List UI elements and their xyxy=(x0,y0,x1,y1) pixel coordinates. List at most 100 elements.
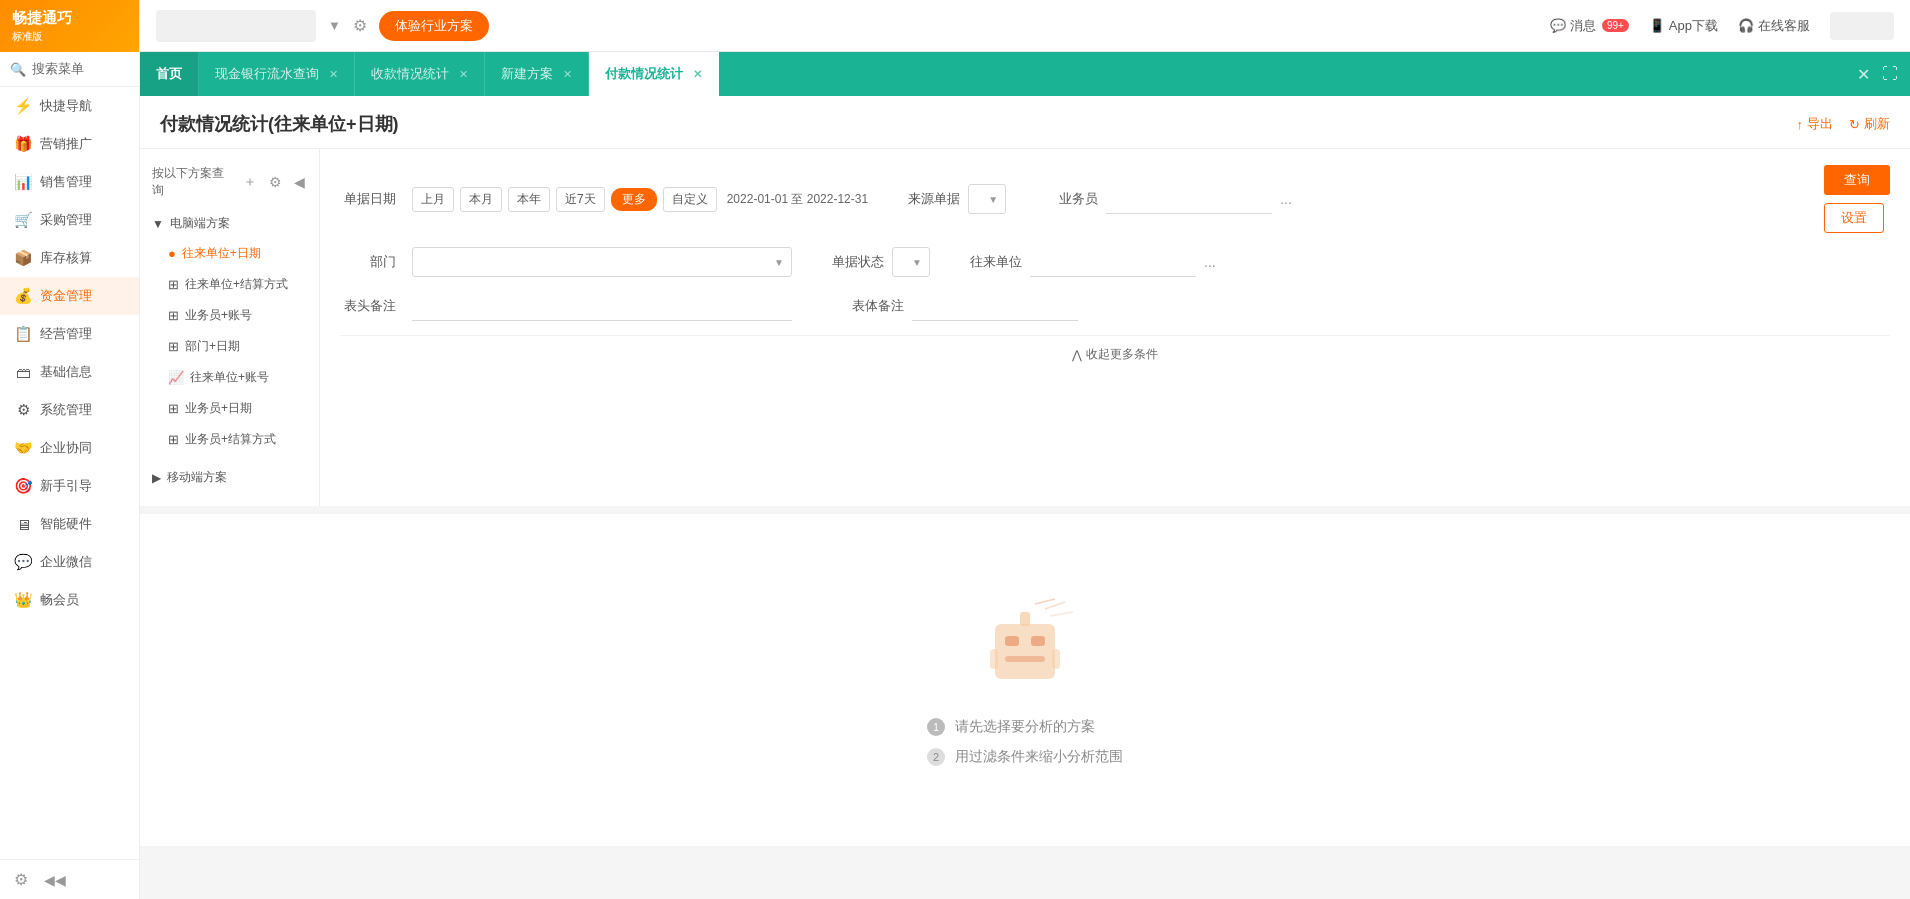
enterprise-icon: 🤝 xyxy=(14,439,32,457)
sidebar-item-enterprise[interactable]: 🤝 企业协同 xyxy=(0,429,139,467)
sidebar-logo: 畅捷通巧 标准版 xyxy=(0,0,139,52)
scheme-item-label: 往来单位+结算方式 xyxy=(185,276,288,293)
section-expand-icon: ▼ xyxy=(152,217,164,231)
new-scheme-close[interactable]: ✕ xyxy=(563,68,572,81)
sidebar-item-quick-nav[interactable]: ⚡ 快捷导航 xyxy=(0,87,139,125)
sidebar-item-basic-info[interactable]: 🗃 基础信息 xyxy=(0,353,139,391)
staff-label: 业务员 xyxy=(1042,190,1098,208)
filter-settings-btn[interactable]: 设置 xyxy=(1824,203,1884,233)
scheme-section-mobile-title[interactable]: ▶ 移动端方案 xyxy=(140,463,319,492)
scheme-item-label: 往来单位+日期 xyxy=(182,245,261,262)
trial-btn[interactable]: 体验行业方案 xyxy=(379,11,489,41)
sidebar-item-label: 营销推广 xyxy=(40,135,92,153)
sidebar-item-smart-hardware[interactable]: 🖥 智能硬件 xyxy=(0,505,139,543)
voucher-status-label: 单据状态 xyxy=(828,253,884,271)
scheme-item-staff-settle[interactable]: ⊞ 业务员+结算方式 xyxy=(140,424,319,455)
source-voucher-group: 来源单据 ▼ xyxy=(904,184,1006,214)
scheme-add-btn[interactable]: ＋ xyxy=(241,171,259,193)
source-voucher-select[interactable] xyxy=(968,184,1006,214)
sidebar-item-guide[interactable]: 🎯 新手引导 xyxy=(0,467,139,505)
sidebar-item-inventory[interactable]: 📦 库存核算 xyxy=(0,239,139,277)
quick-nav-icon: ⚡ xyxy=(14,97,32,115)
partner-input[interactable] xyxy=(1030,247,1196,277)
app-download-label: App下载 xyxy=(1669,17,1718,35)
date-buttons: 上月 本月 本年 近7天 更多 自定义 2022-01-01 至 2022-12… xyxy=(412,187,868,212)
svg-rect-3 xyxy=(1005,656,1045,662)
refresh-btn[interactable]: ↻ 刷新 xyxy=(1849,115,1890,133)
date-btn-this-month[interactable]: 本月 xyxy=(460,187,502,212)
tab-new-scheme[interactable]: 新建方案 ✕ xyxy=(485,52,589,96)
table-body-remark-input[interactable] xyxy=(912,291,1078,321)
date-btn-last-month[interactable]: 上月 xyxy=(412,187,454,212)
export-btn[interactable]: ↑ 导出 xyxy=(1797,115,1834,133)
sidebar-item-purchase[interactable]: 🛒 采购管理 xyxy=(0,201,139,239)
staff-date-icon: ⊞ xyxy=(168,401,179,416)
scheme-item-dept-date[interactable]: ⊞ 部门+日期 xyxy=(140,331,319,362)
page-header-actions: ↑ 导出 ↻ 刷新 xyxy=(1797,115,1891,133)
scheme-section-desktop-title[interactable]: ▼ 电脑端方案 xyxy=(140,209,319,238)
scheme-item-partner-settle[interactable]: ⊞ 往来单位+结算方式 xyxy=(140,269,319,300)
scheme-settings-btn[interactable]: ⚙ xyxy=(267,172,284,192)
sidebar-settings-icon[interactable]: ⚙ xyxy=(14,870,28,889)
main-area: ▼ ⚙ 体验行业方案 💬 消息 99+ 📱 App下载 🎧 在线客服 首页 xyxy=(140,0,1910,899)
sidebar-item-label: 基础信息 xyxy=(40,363,92,381)
date-btn-custom[interactable]: 自定义 xyxy=(663,187,717,212)
user-avatar[interactable] xyxy=(1830,12,1894,40)
messages-btn[interactable]: 💬 消息 99+ xyxy=(1550,17,1629,35)
sidebar-item-wechat[interactable]: 💬 企业微信 xyxy=(0,543,139,581)
scheme-item-staff-date[interactable]: ⊞ 业务员+日期 xyxy=(140,393,319,424)
tabbar-actions: ✕ ⛶ xyxy=(1845,52,1910,96)
new-scheme-label: 新建方案 xyxy=(501,65,553,83)
partner-group: 往来单位 ... xyxy=(966,247,1216,277)
scheme-item-staff-account[interactable]: ⊞ 业务员+账号 xyxy=(140,300,319,331)
scheme-collapse-btn[interactable]: ◀ xyxy=(292,172,307,192)
topbar-gear-icon[interactable]: ⚙ xyxy=(353,16,367,35)
tabbar-close-icon[interactable]: ✕ xyxy=(1857,65,1870,84)
voucher-status-group: 单据状态 ▼ xyxy=(828,247,930,277)
date-btn-this-year[interactable]: 本年 xyxy=(508,187,550,212)
staff-input[interactable] xyxy=(1106,184,1272,214)
logo-sub: 标准版 xyxy=(12,30,72,44)
query-btn[interactable]: 查询 xyxy=(1824,165,1890,195)
partner-account-icon: 📈 xyxy=(168,370,184,385)
partner-dots[interactable]: ... xyxy=(1204,254,1216,270)
basic-info-icon: 🗃 xyxy=(14,363,32,381)
topbar-dropdown-icon[interactable]: ▼ xyxy=(328,18,341,33)
receive-stats-close[interactable]: ✕ xyxy=(459,68,468,81)
online-service-btn[interactable]: 🎧 在线客服 xyxy=(1738,17,1810,35)
sidebar-item-sales[interactable]: 📊 销售管理 xyxy=(0,163,139,201)
sidebar-item-finance[interactable]: 💰 资金管理 xyxy=(0,277,139,315)
app-download-btn[interactable]: 📱 App下载 xyxy=(1649,17,1718,35)
collapse-btn[interactable]: ⋀ 收起更多条件 xyxy=(1072,346,1158,363)
message-icon: 💬 xyxy=(1550,18,1566,33)
sidebar-collapse-icon[interactable]: ◀◀ xyxy=(44,872,66,888)
sidebar-item-label: 智能硬件 xyxy=(40,515,92,533)
tab-receive-stats[interactable]: 收款情况统计 ✕ xyxy=(355,52,485,96)
sidebar-item-system[interactable]: ⚙ 系统管理 xyxy=(0,391,139,429)
voucher-status-select[interactable] xyxy=(892,247,930,277)
sidebar-item-member[interactable]: 👑 畅会员 xyxy=(0,581,139,619)
logo-text: 畅捷通巧 xyxy=(12,9,72,28)
partner-date-icon: ● xyxy=(168,246,176,261)
date-btn-more[interactable]: 更多 xyxy=(611,188,657,211)
sidebar-item-marketing[interactable]: 🎁 营销推广 xyxy=(0,125,139,163)
sidebar-item-operation[interactable]: 📋 经营管理 xyxy=(0,315,139,353)
dept-select-wrap: ▼ xyxy=(412,247,792,277)
scheme-item-partner-date[interactable]: ● 往来单位+日期 xyxy=(140,238,319,269)
table-header-remark-input[interactable] xyxy=(412,291,792,321)
dept-select[interactable] xyxy=(412,247,792,277)
staff-dots[interactable]: ... xyxy=(1280,191,1292,207)
tip-text-2: 用过滤条件来缩小分析范围 xyxy=(955,748,1123,766)
date-btn-last-7days[interactable]: 近7天 xyxy=(556,187,605,212)
pay-stats-close[interactable]: ✕ xyxy=(693,68,702,81)
tab-home[interactable]: 首页 xyxy=(140,52,199,96)
tab-bank-flow[interactable]: 现金银行流水查询 ✕ xyxy=(199,52,355,96)
scheme-item-partner-account[interactable]: 📈 往来单位+账号 xyxy=(140,362,319,393)
tabbar-expand-icon[interactable]: ⛶ xyxy=(1882,65,1898,83)
svg-rect-1 xyxy=(1005,636,1019,646)
bank-flow-close[interactable]: ✕ xyxy=(329,68,338,81)
sidebar-nav: ⚡ 快捷导航 🎁 营销推广 📊 销售管理 🛒 采购管理 📦 库存核算 💰 资金管… xyxy=(0,87,139,859)
tab-pay-stats[interactable]: 付款情况统计 ✕ xyxy=(589,52,719,96)
user-area xyxy=(156,10,316,42)
sidebar-search[interactable]: 🔍 搜索菜单 xyxy=(0,52,139,87)
